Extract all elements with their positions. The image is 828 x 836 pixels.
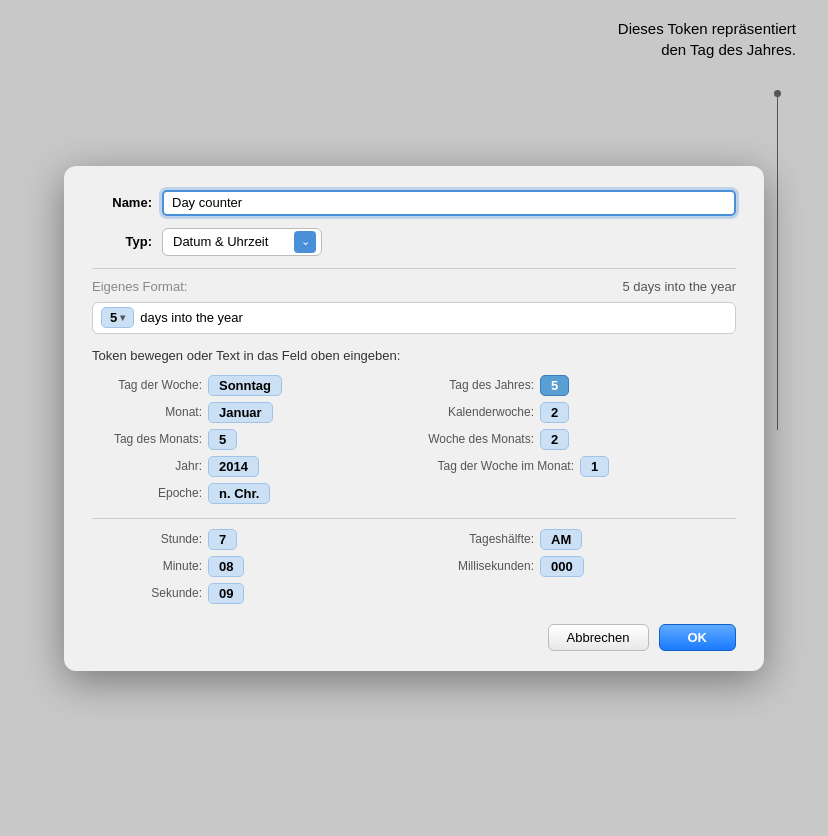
name-label: Name: xyxy=(92,195,152,210)
token-row-minute: Minute: 08 xyxy=(92,556,404,577)
token-value-day-of-month[interactable]: 5 xyxy=(208,429,237,450)
divider-1 xyxy=(92,268,736,269)
format-input-row[interactable]: 5 ▾ days into the year xyxy=(92,302,736,334)
token-row-hour: Stunde: 7 xyxy=(92,529,404,550)
dialog: Name: Typ: Datum & Uhrzeit Datum Uhrzeit… xyxy=(64,166,764,671)
token-label-hour: Stunde: xyxy=(92,532,202,546)
ok-button[interactable]: OK xyxy=(659,624,737,651)
token-label-week-of-month: Woche des Monats: xyxy=(424,432,534,446)
format-preview-row: Eigenes Format: 5 days into the year xyxy=(92,279,736,294)
time-tokens-left: Stunde: 7 Minute: 08 Sekunde: 09 xyxy=(92,529,404,604)
button-row: Abbrechen OK xyxy=(92,624,736,651)
token-label-second: Sekunde: xyxy=(92,586,202,600)
token-value-day-of-year[interactable]: 5 xyxy=(540,375,569,396)
time-tokens-right: Tageshälfte: AM Millisekunden: 000 xyxy=(424,529,736,604)
token-row-milliseconds: Millisekunden: 000 xyxy=(424,556,736,577)
time-grid: Stunde: 7 Minute: 08 Sekunde: 09 Tageshä… xyxy=(92,529,736,604)
cancel-button[interactable]: Abbrechen xyxy=(548,624,649,651)
token-label-day-of-year: Tag des Jahres: xyxy=(424,378,534,392)
tokens-left: Tag der Woche: Sonntag Monat: Januar Tag… xyxy=(92,375,404,504)
token-label-epoch: Epoche: xyxy=(92,486,202,500)
format-token-chip[interactable]: 5 ▾ xyxy=(101,307,134,328)
token-value-milliseconds[interactable]: 000 xyxy=(540,556,584,577)
type-row: Typ: Datum & Uhrzeit Datum Uhrzeit ⌄ xyxy=(92,228,736,256)
token-label-day-of-week-in-month: Tag der Woche im Monat: xyxy=(424,459,574,473)
token-row-calendar-week: Kalenderwoche: 2 xyxy=(424,402,736,423)
type-select[interactable]: Datum & Uhrzeit Datum Uhrzeit xyxy=(162,228,322,256)
token-label-month: Monat: xyxy=(92,405,202,419)
format-label: Eigenes Format: xyxy=(92,279,187,294)
token-label-day-of-month: Tag des Monats: xyxy=(92,432,202,446)
token-value-second[interactable]: 09 xyxy=(208,583,244,604)
token-value-day-of-week-in-month[interactable]: 1 xyxy=(580,456,609,477)
token-value-epoch[interactable]: n. Chr. xyxy=(208,483,270,504)
tooltip-text: Dieses Token repräsentiert den Tag des J… xyxy=(618,18,796,60)
token-value-hour[interactable]: 7 xyxy=(208,529,237,550)
format-token-value: 5 xyxy=(110,310,117,325)
format-preview: 5 days into the year xyxy=(623,279,736,294)
token-value-calendar-week[interactable]: 2 xyxy=(540,402,569,423)
tooltip-line xyxy=(777,90,778,430)
token-row-week-of-month: Woche des Monats: 2 xyxy=(424,429,736,450)
token-value-weekday[interactable]: Sonntag xyxy=(208,375,282,396)
token-row-day-of-month: Tag des Monats: 5 xyxy=(92,429,404,450)
token-row-year: Jahr: 2014 xyxy=(92,456,404,477)
token-row-weekday: Tag der Woche: Sonntag xyxy=(92,375,404,396)
token-row-ampm: Tageshälfte: AM xyxy=(424,529,736,550)
token-label-weekday: Tag der Woche: xyxy=(92,378,202,392)
token-label-milliseconds: Millisekunden: xyxy=(424,559,534,573)
token-label-year: Jahr: xyxy=(92,459,202,473)
token-row-day-of-week-in-month: Tag der Woche im Monat: 1 xyxy=(424,456,736,477)
token-row-day-of-year: Tag des Jahres: 5 xyxy=(424,375,736,396)
section-divider xyxy=(92,518,736,519)
token-row-month: Monat: Januar xyxy=(92,402,404,423)
type-label: Typ: xyxy=(92,234,152,249)
name-input[interactable] xyxy=(162,190,736,216)
token-value-minute[interactable]: 08 xyxy=(208,556,244,577)
format-token-arrow: ▾ xyxy=(120,312,125,323)
instruction-text: Token bewegen oder Text in das Feld oben… xyxy=(92,348,736,363)
token-row-second: Sekunde: 09 xyxy=(92,583,404,604)
format-token-text: days into the year xyxy=(140,310,243,325)
token-value-ampm[interactable]: AM xyxy=(540,529,582,550)
token-row-epoch: Epoche: n. Chr. xyxy=(92,483,404,504)
token-label-ampm: Tageshälfte: xyxy=(424,532,534,546)
type-select-wrapper: Datum & Uhrzeit Datum Uhrzeit ⌄ xyxy=(162,228,322,256)
token-value-week-of-month[interactable]: 2 xyxy=(540,429,569,450)
token-value-year[interactable]: 2014 xyxy=(208,456,259,477)
token-label-calendar-week: Kalenderwoche: xyxy=(424,405,534,419)
tokens-grid: Tag der Woche: Sonntag Monat: Januar Tag… xyxy=(92,375,736,504)
name-row: Name: xyxy=(92,190,736,216)
tokens-right: Tag des Jahres: 5 Kalenderwoche: 2 Woche… xyxy=(424,375,736,504)
token-label-minute: Minute: xyxy=(92,559,202,573)
token-value-month[interactable]: Januar xyxy=(208,402,273,423)
